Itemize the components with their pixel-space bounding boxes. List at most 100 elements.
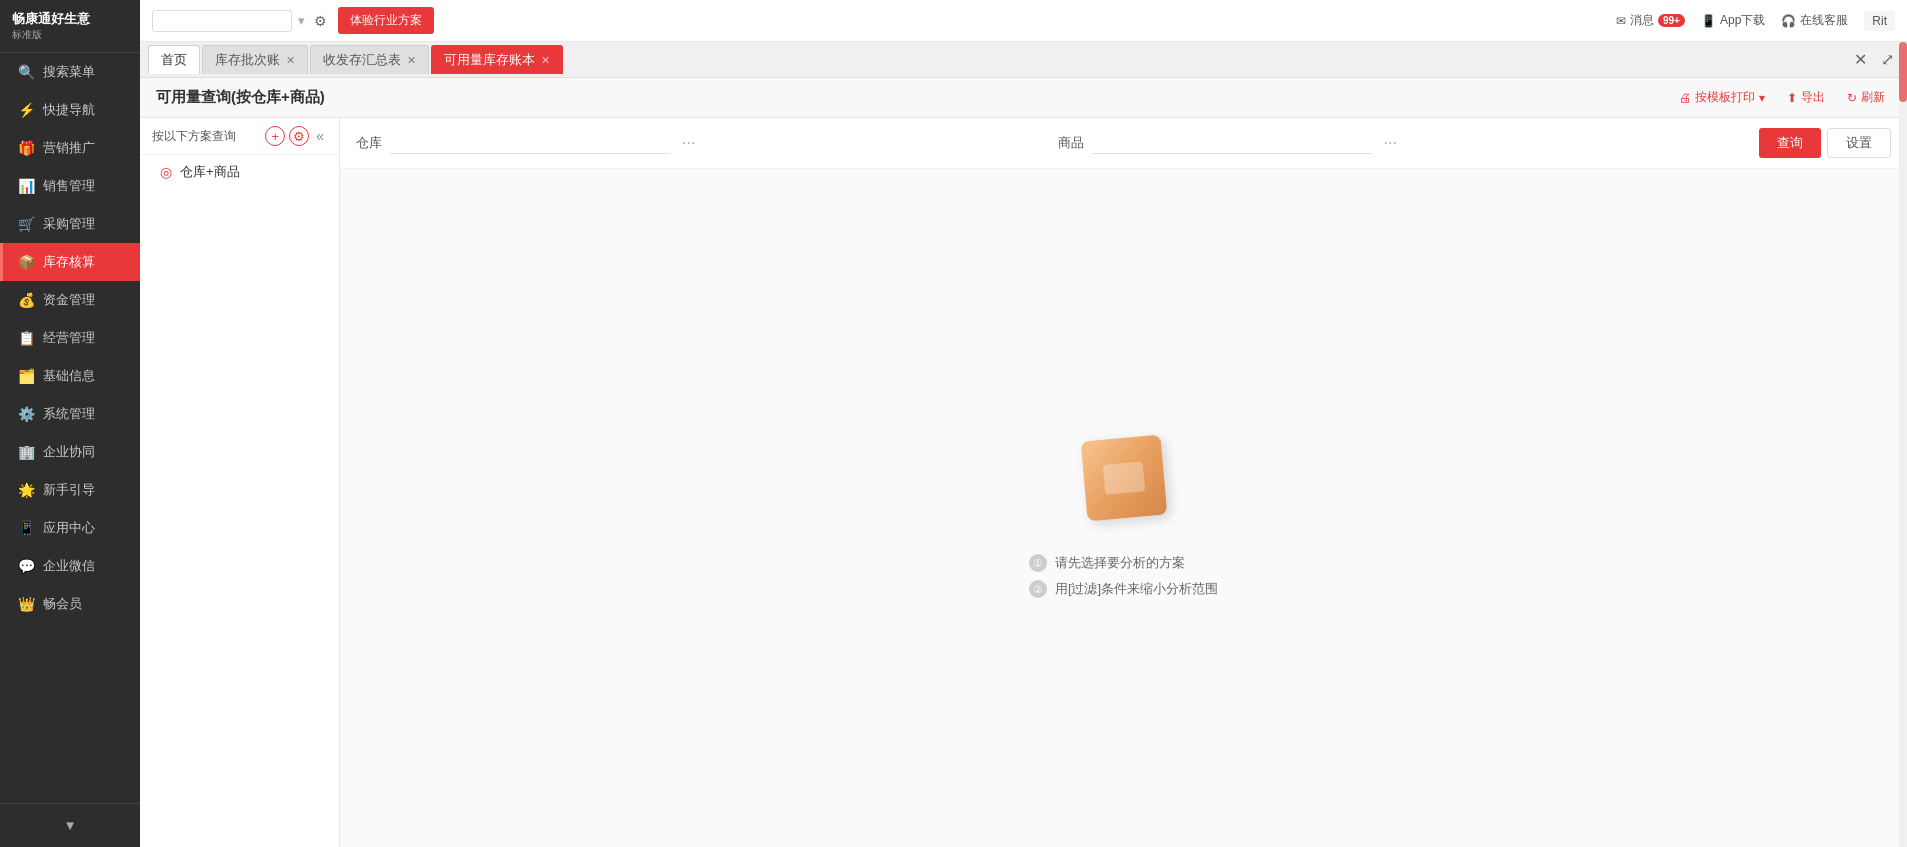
product-more-btn[interactable]: ··· xyxy=(1380,134,1401,152)
warehouse-product-icon: ◎ xyxy=(160,164,172,180)
empty-box-face xyxy=(1102,461,1144,494)
building-icon: 🏢 xyxy=(17,443,35,461)
phone-icon: 📱 xyxy=(1701,14,1716,28)
hint-2-text: 用[过滤]条件来缩小分析范围 xyxy=(1055,580,1218,598)
filter-warehouse-product[interactable]: ◎ 仓库+商品 xyxy=(140,155,339,189)
filter-settings-button[interactable]: ⚙ xyxy=(289,126,309,146)
sidebar-item-wechat[interactable]: 💬 企业微信 xyxy=(0,547,140,585)
export-icon: ⬆ xyxy=(1787,91,1797,105)
sidebar-header: 畅康通好生意 标准版 xyxy=(0,0,140,53)
sidebar-item-label: 快捷导航 xyxy=(43,101,95,119)
tab-available-qty[interactable]: 可用量库存账本 ✕ xyxy=(431,45,563,74)
tab-batch-account[interactable]: 库存批次账 ✕ xyxy=(202,45,308,74)
refresh-button[interactable]: ↻ 刷新 xyxy=(1841,86,1891,109)
sidebar-item-label: 应用中心 xyxy=(43,519,95,537)
tab-available-qty-close[interactable]: ✕ xyxy=(541,55,550,66)
sidebar-item-operations[interactable]: 📋 经营管理 xyxy=(0,319,140,357)
brand-name: 畅康通好生意 xyxy=(12,10,128,28)
hint-1-text: 请先选择要分析的方案 xyxy=(1055,554,1185,572)
sidebar-item-guide[interactable]: 🌟 新手引导 xyxy=(0,471,140,509)
service-label: 在线客服 xyxy=(1800,12,1848,29)
warehouse-field: 仓库 ··· xyxy=(356,132,1042,154)
cart-icon: 🛒 xyxy=(17,215,35,233)
sidebar-item-inventory[interactable]: 📦 库存核算 xyxy=(0,243,140,281)
money-icon: 💰 xyxy=(17,291,35,309)
filter-panel-header: 按以下方案查询 + ⚙ « xyxy=(140,118,339,155)
sidebar-item-marketing[interactable]: 🎁 营销推广 xyxy=(0,129,140,167)
sidebar-item-label: 系统管理 xyxy=(43,405,95,423)
warehouse-input[interactable] xyxy=(390,132,670,154)
export-button[interactable]: ⬆ 导出 xyxy=(1781,86,1831,109)
sidebar-item-label: 营销推广 xyxy=(43,139,95,157)
gift-icon: 🎁 xyxy=(17,139,35,157)
topbar-gear-button[interactable]: ⚙ xyxy=(311,10,330,32)
page-header: 可用量查询(按仓库+商品) 🖨 按模板打印 ▾ ⬆ 导出 ↻ 刷新 xyxy=(140,78,1907,118)
tab-batch-account-close[interactable]: ✕ xyxy=(286,55,295,66)
refresh-label: 刷新 xyxy=(1861,89,1885,106)
topbar-dropdown-icon[interactable]: ▾ xyxy=(298,13,305,28)
notif-badge: 99+ xyxy=(1658,14,1685,27)
topbar-industry-button[interactable]: 体验行业方案 xyxy=(338,7,434,34)
print-template-button[interactable]: 🖨 按模板打印 ▾ xyxy=(1673,86,1771,109)
export-label: 导出 xyxy=(1801,89,1825,106)
headset-icon: 🎧 xyxy=(1781,14,1796,28)
brand-sub: 标准版 xyxy=(12,28,128,42)
content-area: 按以下方案查询 + ⚙ « ◎ 仓库+商品 仓库 ··· xyxy=(140,118,1907,847)
sidebar-item-system[interactable]: ⚙️ 系统管理 xyxy=(0,395,140,433)
sidebar-scroll-down-btn[interactable]: ▼ xyxy=(8,812,132,839)
sidebar-item-label: 基础信息 xyxy=(43,367,95,385)
topbar-notification[interactable]: ✉ 消息 99+ xyxy=(1616,12,1685,29)
settings-button[interactable]: 设置 xyxy=(1827,128,1891,158)
sidebar-item-label: 资金管理 xyxy=(43,291,95,309)
sidebar-item-purchase[interactable]: 🛒 采购管理 xyxy=(0,205,140,243)
tab-batch-account-label: 库存批次账 xyxy=(215,51,280,69)
sidebar-item-quick-nav[interactable]: ⚡ 快捷导航 xyxy=(0,91,140,129)
tab-home[interactable]: 首页 xyxy=(148,45,200,74)
filter-collapse-button[interactable]: « xyxy=(313,127,327,145)
sidebar-item-member[interactable]: 👑 畅会员 xyxy=(0,585,140,623)
lightning-icon: ⚡ xyxy=(17,101,35,119)
topbar-online-service[interactable]: 🎧 在线客服 xyxy=(1781,12,1848,29)
sidebar-item-app-center[interactable]: 📱 应用中心 xyxy=(0,509,140,547)
topbar-search-input[interactable] xyxy=(152,10,292,32)
warehouse-more-btn[interactable]: ··· xyxy=(678,134,699,152)
empty-hint-1: ① 请先选择要分析的方案 xyxy=(1029,554,1218,572)
main-area: ▾ ⚙ 体验行业方案 ✉ 消息 99+ 📱 App下载 🎧 在线客服 Rit xyxy=(140,0,1907,847)
query-button[interactable]: 查询 xyxy=(1759,128,1821,158)
refresh-icon: ↻ xyxy=(1847,91,1857,105)
mobile-icon: 📱 xyxy=(17,519,35,537)
sidebar-item-basic-info[interactable]: 🗂️ 基础信息 xyxy=(0,357,140,395)
topbar-user-info[interactable]: Rit xyxy=(1864,11,1895,31)
tab-close-button[interactable]: ✕ xyxy=(1849,48,1872,71)
clipboard-icon: 📋 xyxy=(17,329,35,347)
sidebar-item-finance[interactable]: 💰 资金管理 xyxy=(0,281,140,319)
sidebar-bottom[interactable]: ▼ xyxy=(0,803,140,847)
sidebar-item-label: 企业微信 xyxy=(43,557,95,575)
star-icon: 🌟 xyxy=(17,481,35,499)
crown-icon: 👑 xyxy=(17,595,35,613)
sidebar-item-label: 搜索菜单 xyxy=(43,63,95,81)
sidebar-item-label: 畅会员 xyxy=(43,595,82,613)
tab-inventory-summary[interactable]: 收发存汇总表 ✕ xyxy=(310,45,429,74)
topbar-app-download[interactable]: 📱 App下载 xyxy=(1701,12,1765,29)
sidebar-item-sales[interactable]: 📊 销售管理 xyxy=(0,167,140,205)
search-icon: 🔍 xyxy=(17,63,35,81)
product-input[interactable] xyxy=(1092,132,1372,154)
folder-icon: 🗂️ xyxy=(17,367,35,385)
sidebar-item-search[interactable]: 🔍 搜索菜单 xyxy=(0,53,140,91)
right-scrollbar[interactable] xyxy=(1899,42,1907,847)
product-field: 商品 ··· xyxy=(1058,132,1744,154)
sidebar-item-label: 经营管理 xyxy=(43,329,95,347)
filter-panel: 按以下方案查询 + ⚙ « ◎ 仓库+商品 xyxy=(140,118,340,847)
tab-expand-button[interactable]: ⤢ xyxy=(1876,48,1899,71)
filter-add-button[interactable]: + xyxy=(265,126,285,146)
topbar-right: ✉ 消息 99+ 📱 App下载 🎧 在线客服 Rit xyxy=(1616,11,1895,31)
product-label: 商品 xyxy=(1058,134,1084,152)
filter-warehouse-product-label: 仓库+商品 xyxy=(180,163,240,181)
warehouse-label: 仓库 xyxy=(356,134,382,152)
tab-inventory-summary-close[interactable]: ✕ xyxy=(407,55,416,66)
sidebar-item-enterprise[interactable]: 🏢 企业协同 xyxy=(0,433,140,471)
chat-icon: 💬 xyxy=(17,557,35,575)
notif-label: 消息 xyxy=(1630,12,1654,29)
topbar: ▾ ⚙ 体验行业方案 ✉ 消息 99+ 📱 App下载 🎧 在线客服 Rit xyxy=(140,0,1907,42)
